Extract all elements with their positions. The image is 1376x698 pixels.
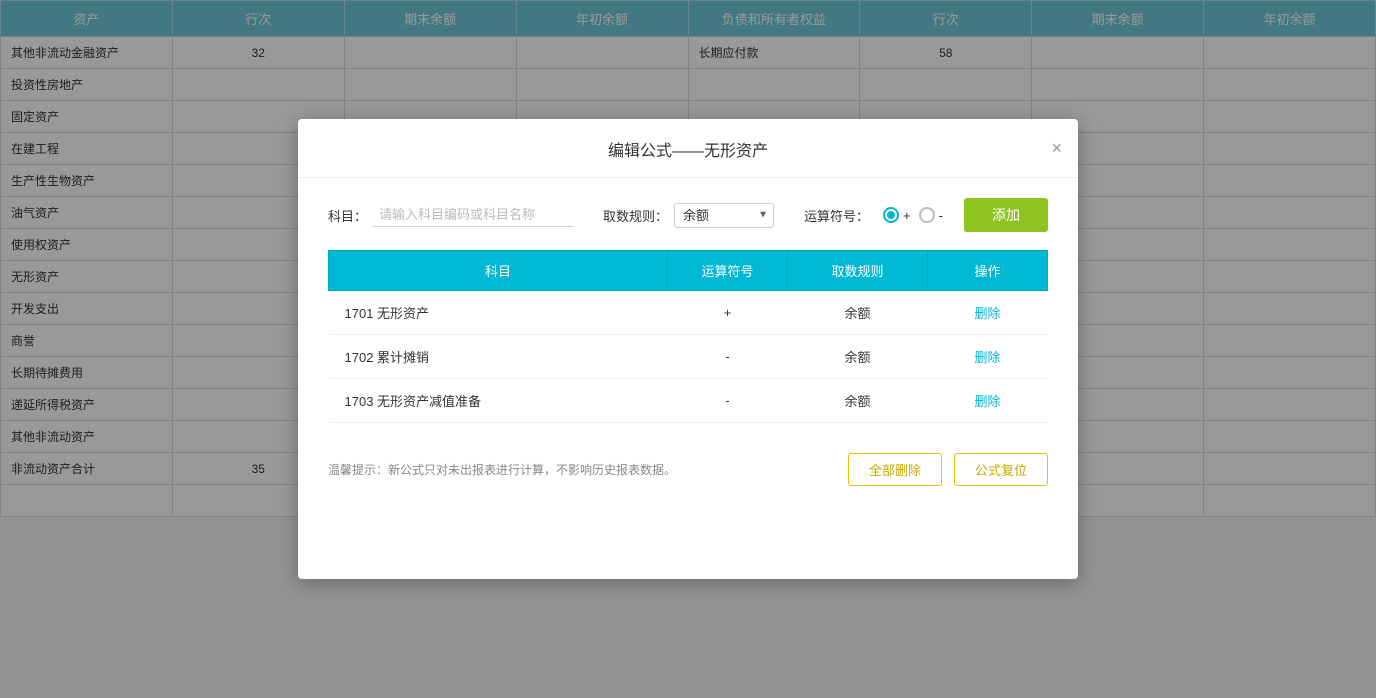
delete-row-button[interactable]: 删除 — [974, 394, 1000, 409]
form-row: 科目： 取数规则： 余额 借方发生额 贷方发生额 ▼ 运算符号： — [328, 198, 1048, 232]
formula-rule: 余额 — [788, 291, 928, 335]
rule-group: 取数规则： 余额 借方发生额 贷方发生额 ▼ — [603, 203, 774, 228]
delete-row-button[interactable]: 删除 — [974, 306, 1000, 321]
formula-table: 科目 运算符号 取数规则 操作 1701 无形资产+余额删除1702 累计摊销-… — [328, 250, 1048, 423]
formula-subject: 1703 无形资产减值准备 — [329, 379, 668, 423]
formula-subject: 1701 无形资产 — [329, 291, 668, 335]
rule-select-wrapper: 余额 借方发生额 贷方发生额 ▼ — [674, 203, 774, 228]
delete-all-button[interactable]: 全部删除 — [848, 453, 942, 486]
radio-minus-circle — [919, 207, 935, 223]
hint-text: 温馨提示：新公式只对未出报表进行计算，不影响历史报表数据。 — [328, 461, 676, 478]
rule-select[interactable]: 余额 借方发生额 贷方发生额 — [674, 203, 774, 228]
modal-body: 科目： 取数规则： 余额 借方发生额 贷方发生额 ▼ 运算符号： — [298, 178, 1078, 423]
formula-row: 1703 无形资产减值准备-余额 删除 — [329, 379, 1048, 423]
formula-operator: - — [668, 379, 788, 423]
rule-label: 取数规则： — [603, 206, 668, 225]
operator-group: 运算符号： + - — [804, 206, 943, 225]
formula-operator: - — [668, 335, 788, 379]
radio-plus[interactable]: + — [883, 207, 911, 223]
formula-row: 1702 累计摊销-余额 删除 — [329, 335, 1048, 379]
formula-rule: 余额 — [788, 335, 928, 379]
footer-buttons: 全部删除 公式复位 — [848, 453, 1048, 486]
formula-action: 删除 — [928, 291, 1048, 335]
add-button[interactable]: 添加 — [964, 198, 1048, 232]
formula-action: 删除 — [928, 335, 1048, 379]
th-operator: 运算符号 — [668, 251, 788, 291]
delete-row-button[interactable]: 删除 — [974, 350, 1000, 365]
subject-input[interactable] — [373, 203, 573, 227]
radio-minus[interactable]: - — [919, 207, 943, 223]
subject-label: 科目： — [328, 206, 367, 225]
operator-label: 运算符号： — [804, 206, 869, 225]
th-subject: 科目 — [329, 251, 668, 291]
formula-row: 1701 无形资产+余额 删除 — [329, 291, 1048, 335]
formula-subject: 1702 累计摊销 — [329, 335, 668, 379]
modal-footer: 温馨提示：新公式只对未出报表进行计算，不影响历史报表数据。 全部删除 公式复位 — [298, 433, 1078, 486]
radio-plus-circle — [883, 207, 899, 223]
formula-action: 删除 — [928, 379, 1048, 423]
modal-title: 编辑公式——无形资产 — [608, 143, 768, 160]
th-action: 操作 — [928, 251, 1048, 291]
reset-button[interactable]: 公式复位 — [954, 453, 1048, 486]
modal-overlay: 编辑公式——无形资产 × 科目： 取数规则： 余额 借方发生额 贷方发生额 ▼ — [0, 0, 1376, 698]
modal-header: 编辑公式——无形资产 × — [298, 119, 1078, 178]
modal-close-button[interactable]: × — [1051, 139, 1062, 157]
formula-operator: + — [668, 291, 788, 335]
edit-formula-modal: 编辑公式——无形资产 × 科目： 取数规则： 余额 借方发生额 贷方发生额 ▼ — [298, 119, 1078, 579]
formula-rule: 余额 — [788, 379, 928, 423]
radio-minus-label: - — [939, 208, 943, 223]
radio-plus-label: + — [903, 208, 911, 223]
th-rule: 取数规则 — [788, 251, 928, 291]
